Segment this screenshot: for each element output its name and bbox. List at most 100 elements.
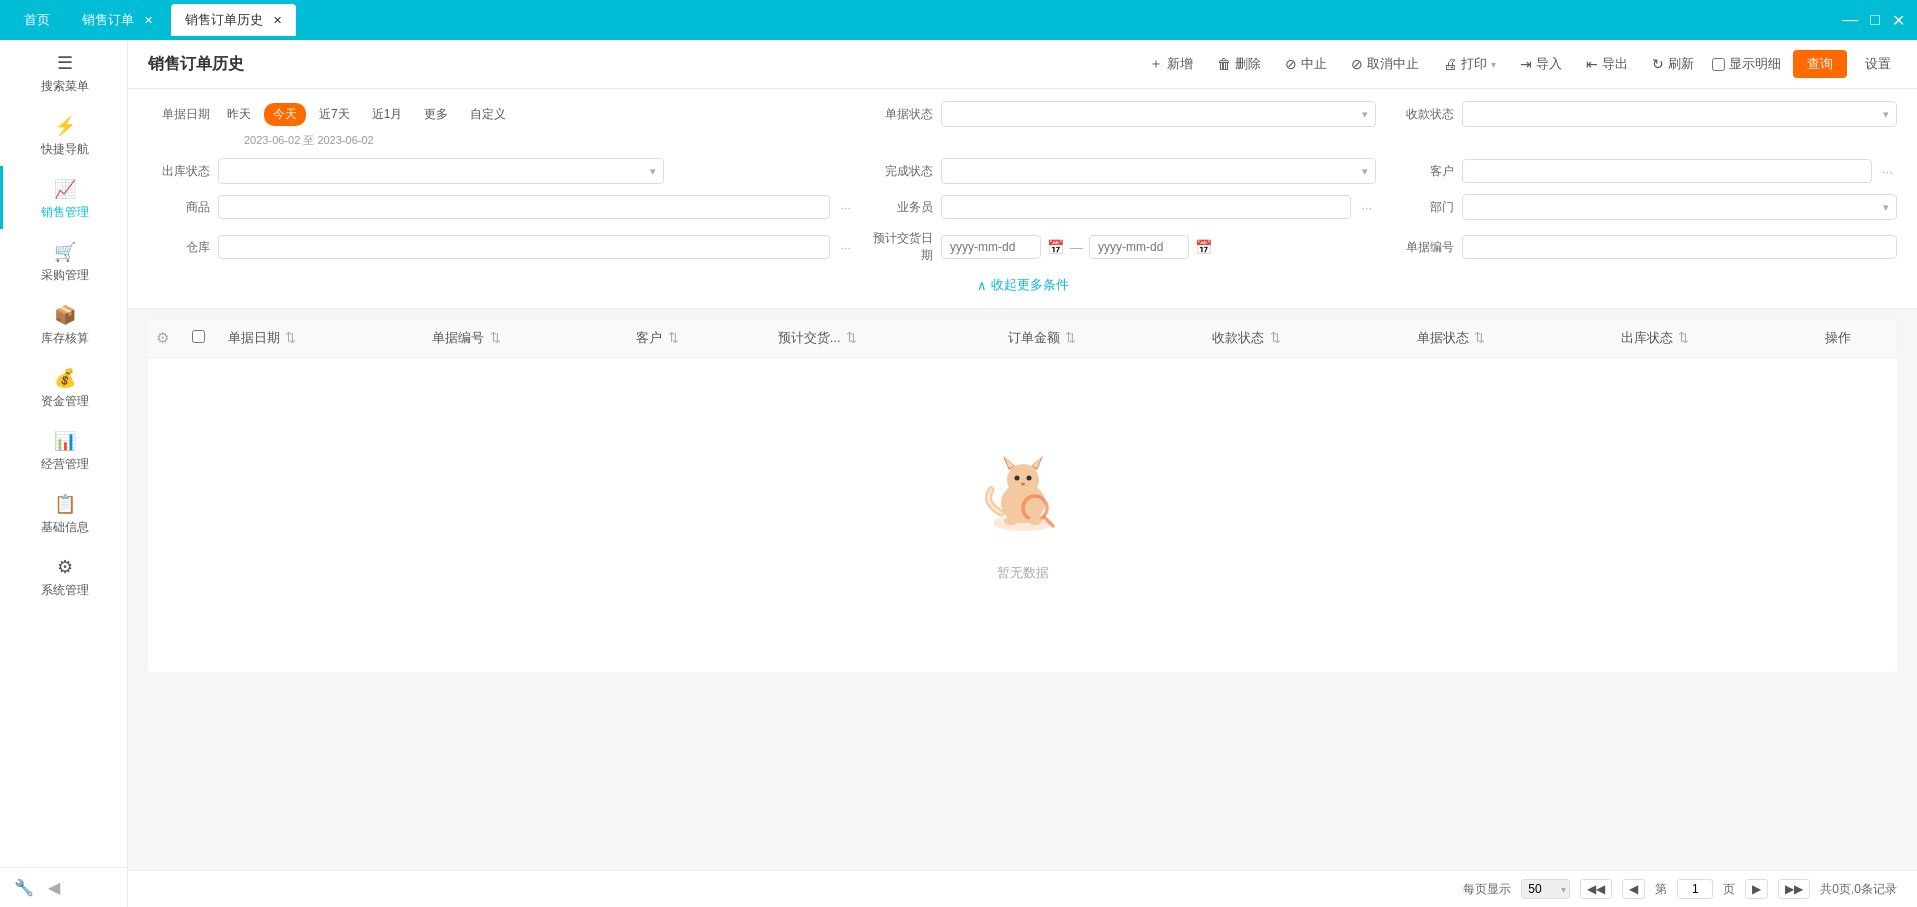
sidebar-item-label-sales-mgmt: 销售管理	[41, 204, 89, 221]
delete-icon: 🗑	[1217, 56, 1231, 72]
stop-label: 中止	[1301, 55, 1327, 73]
salesperson-dots[interactable]: ···	[1357, 198, 1376, 217]
order-no-input[interactable]	[1462, 235, 1897, 259]
tab-home[interactable]: 首页	[10, 4, 64, 36]
filter-order-no-group: 单据编号	[1392, 235, 1897, 259]
delivery-end-input[interactable]	[1089, 235, 1189, 259]
first-page-button[interactable]: ◀◀	[1580, 879, 1612, 899]
order-no-control	[1462, 235, 1897, 259]
table-settings-icon[interactable]: ⚙	[156, 329, 169, 346]
sidebar-item-ops-mgmt[interactable]: 📊 经营管理	[0, 418, 127, 481]
delivery-control: 📅 — 📅	[941, 235, 1376, 259]
salesperson-input[interactable]	[941, 195, 1351, 219]
sidebar-item-sales-mgmt[interactable]: 📈 销售管理	[0, 166, 127, 229]
out-status-select[interactable]: 未出库 部分出库 已出库	[218, 158, 664, 184]
payment-status-select[interactable]: 未收款 部分收款 已收款	[1462, 101, 1897, 127]
th-out-status-sort-icon[interactable]: ⇅	[1678, 330, 1689, 345]
minimize-button[interactable]: —	[1840, 9, 1860, 31]
last-page-button[interactable]: ▶▶	[1778, 879, 1810, 899]
th-payment-status-sort-icon[interactable]: ⇅	[1270, 330, 1281, 345]
print-icon: 🖨	[1443, 56, 1457, 72]
warehouse-input[interactable]	[218, 235, 830, 259]
th-no-sort-icon[interactable]: ⇅	[490, 330, 501, 345]
filter-area: 单据日期 昨天 今天 近7天 近1月 更多 自定义 单据状态	[128, 89, 1917, 309]
cancel-stop-button[interactable]: ⊘ 取消中止	[1345, 51, 1425, 77]
export-button[interactable]: ⇤ 导出	[1580, 51, 1634, 77]
sidebar-item-search-menu[interactable]: ☰ 搜索菜单	[0, 40, 127, 103]
date-tab-more[interactable]: 更多	[415, 103, 457, 126]
th-settings: ⚙	[148, 319, 184, 358]
delete-button[interactable]: 🗑 删除	[1211, 51, 1267, 77]
complete-status-select[interactable]: 未完成 已完成	[941, 158, 1376, 184]
date-tab-7days[interactable]: 近7天	[310, 103, 359, 126]
import-button[interactable]: ⇥ 导入	[1514, 51, 1568, 77]
sales-order-tab-close[interactable]: ✕	[144, 14, 153, 27]
page-size-select[interactable]: 10 20 50 100	[1521, 879, 1570, 899]
customer-input[interactable]	[1462, 159, 1872, 183]
settings-button[interactable]: 设置	[1859, 51, 1897, 77]
dept-select[interactable]	[1462, 194, 1897, 220]
prev-page-button[interactable]: ◀	[1622, 879, 1645, 899]
customer-dots[interactable]: ···	[1878, 162, 1897, 181]
table-body: 暂无数据	[148, 358, 1897, 673]
sidebar-item-inventory-check[interactable]: 📦 库存核算	[0, 292, 127, 355]
cancel-stop-icon: ⊘	[1351, 56, 1363, 72]
date-control: 昨天 今天 近7天 近1月 更多 自定义	[218, 103, 855, 126]
sidebar-item-label-funds-mgmt: 资金管理	[41, 393, 89, 410]
sidebar-item-sys-mgmt[interactable]: ⚙ 系统管理	[0, 544, 127, 607]
sales-order-history-tab-close[interactable]: ✕	[273, 14, 282, 27]
th-order-status-sort-icon[interactable]: ⇅	[1474, 330, 1485, 345]
th-amount-sort-icon[interactable]: ⇅	[1065, 330, 1076, 345]
goods-dots[interactable]: ···	[836, 198, 855, 217]
collapse-sidebar-icon[interactable]: ◀	[48, 878, 60, 897]
sidebar-item-quick-nav[interactable]: ⚡ 快捷导航	[0, 103, 127, 166]
order-status-label: 单据状态	[871, 106, 941, 123]
warehouse-dots[interactable]: ···	[836, 238, 855, 257]
date-tab-1month[interactable]: 近1月	[363, 103, 412, 126]
show-detail-checkbox-label[interactable]: 显示明细	[1712, 55, 1781, 73]
select-all-checkbox[interactable]	[192, 330, 205, 343]
payment-status-wrapper: 未收款 部分收款 已收款	[1462, 101, 1897, 127]
date-tab-yesterday[interactable]: 昨天	[218, 103, 260, 126]
th-no: 单据编号 ⇅	[424, 319, 628, 358]
goods-input[interactable]	[218, 195, 830, 219]
filter-complete-status-group: 完成状态 未完成 已完成	[871, 158, 1376, 184]
th-no-label: 单据编号	[432, 330, 484, 345]
date-tab-custom[interactable]: 自定义	[461, 103, 515, 126]
date-range-display: 2023-06-02 至 2023-06-02	[244, 131, 1897, 148]
content-area: 销售订单历史 ＋ 新增 🗑 删除 ⊘ 中止 ⊘ 取消中止	[128, 40, 1917, 907]
stop-button[interactable]: ⊘ 中止	[1279, 51, 1333, 77]
delivery-end-calendar-icon[interactable]: 📅	[1195, 239, 1212, 255]
page-number-input[interactable]	[1677, 879, 1713, 899]
sidebar-item-purchase-mgmt[interactable]: 🛒 采购管理	[0, 229, 127, 292]
th-customer-sort-icon[interactable]: ⇅	[668, 330, 679, 345]
tab-sales-order-history[interactable]: 销售订单历史 ✕	[171, 4, 296, 36]
empty-state-cell: 暂无数据	[148, 358, 1897, 673]
sidebar-item-basic-info[interactable]: 📋 基础信息	[0, 481, 127, 544]
sidebar-item-funds-mgmt[interactable]: 💰 资金管理	[0, 355, 127, 418]
empty-text: 暂无数据	[997, 564, 1049, 582]
settings-bottom-icon[interactable]: 🔧	[14, 878, 34, 897]
query-button[interactable]: 查询	[1793, 50, 1847, 78]
show-detail-checkbox[interactable]	[1712, 58, 1725, 71]
goods-label: 商品	[148, 199, 218, 216]
print-button[interactable]: 🖨 打印 ▾	[1437, 51, 1502, 77]
delivery-start-calendar-icon[interactable]: 📅	[1047, 239, 1064, 255]
th-delivery-sort-icon[interactable]: ⇅	[846, 330, 857, 345]
filter-row-4: 仓库 ··· 预计交货日期 📅 — 📅	[148, 230, 1897, 264]
date-tab-today[interactable]: 今天	[264, 103, 306, 126]
salesperson-control: ···	[941, 195, 1376, 219]
refresh-button[interactable]: ↻ 刷新	[1646, 51, 1700, 77]
add-button[interactable]: ＋ 新增	[1143, 51, 1199, 77]
th-date-sort-icon[interactable]: ⇅	[285, 330, 296, 345]
table-area: ⚙ 单据日期 ⇅ 单据编号 ⇅	[128, 309, 1917, 870]
maximize-button[interactable]: □	[1868, 9, 1882, 31]
next-page-button[interactable]: ▶	[1745, 879, 1768, 899]
order-status-select[interactable]: 草稿 已审核 已完成	[941, 101, 1376, 127]
tab-sales-order[interactable]: 销售订单 ✕	[68, 4, 167, 36]
sales-order-history-tab-label: 销售订单历史	[185, 11, 263, 29]
delivery-start-input[interactable]	[941, 235, 1041, 259]
collapse-button[interactable]: ∧ 收起更多条件	[148, 270, 1897, 296]
close-button[interactable]: ✕	[1890, 9, 1907, 32]
sys-mgmt-icon: ⚙	[57, 556, 73, 578]
